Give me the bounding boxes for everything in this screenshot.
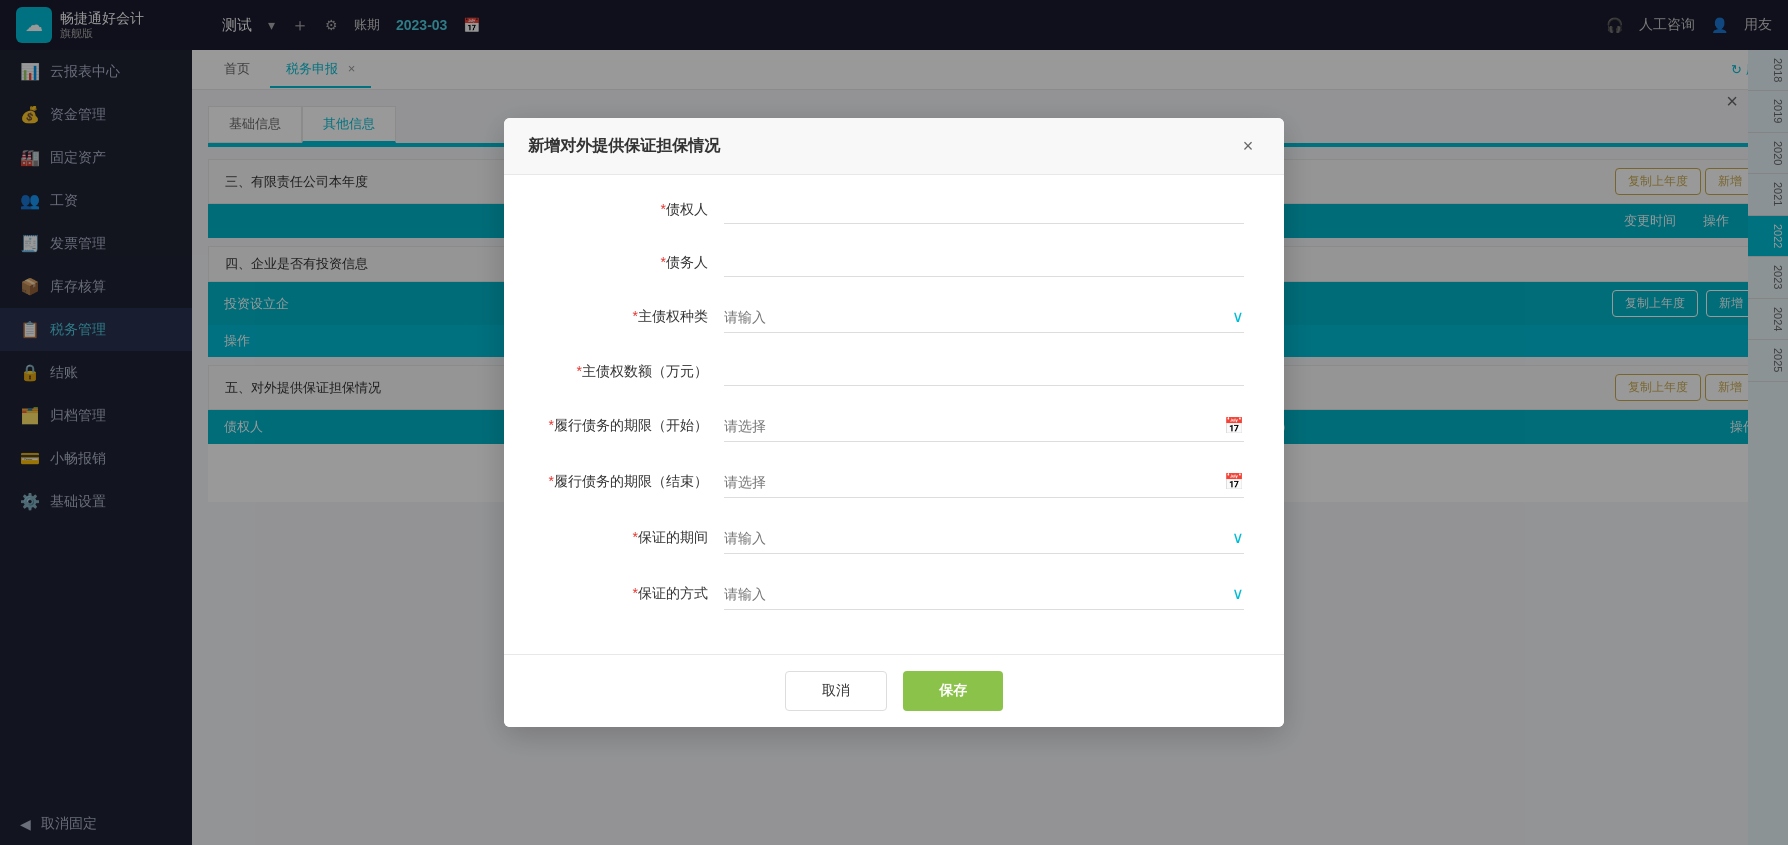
guarantee-period-label: *保证的期间	[544, 529, 724, 547]
modal-close-button[interactable]: ×	[1236, 134, 1260, 158]
claim-type-label: *主债权种类	[544, 308, 724, 326]
end-date-wrapper: 📅	[724, 466, 1244, 498]
creditor-label: *债权人	[544, 201, 724, 219]
form-row-end-date: *履行债务的期限（结束） 📅	[544, 466, 1244, 498]
guarantee-period-input[interactable]	[724, 530, 1232, 546]
modal-footer: 取消 保存	[504, 654, 1284, 727]
start-date-input[interactable]	[724, 418, 1224, 434]
modal-overlay: 新增对外提供保证担保情况 × *债权人 *债务人 *	[0, 0, 1788, 845]
modal-header: 新增对外提供保证担保情况 ×	[504, 118, 1284, 175]
start-date-label: *履行债务的期限（开始）	[544, 417, 724, 435]
form-row-guarantee-method: *保证的方式 ∨	[544, 578, 1244, 610]
claim-amount-input[interactable]	[724, 357, 1244, 386]
claim-type-input[interactable]	[724, 309, 1232, 325]
creditor-input[interactable]	[724, 195, 1244, 224]
end-date-input[interactable]	[724, 474, 1224, 490]
end-date-calendar-icon[interactable]: 📅	[1224, 472, 1244, 491]
start-date-wrapper: 📅	[724, 410, 1244, 442]
modal-body: *债权人 *债务人 *主债权种类 ∨	[504, 175, 1284, 654]
start-date-calendar-icon[interactable]: 📅	[1224, 416, 1244, 435]
end-date-label: *履行债务的期限（结束）	[544, 473, 724, 491]
cancel-button[interactable]: 取消	[785, 671, 887, 711]
guarantee-method-label: *保证的方式	[544, 585, 724, 603]
guarantee-method-select[interactable]: ∨	[724, 578, 1244, 610]
debtor-input[interactable]	[724, 248, 1244, 277]
form-row-debtor: *债务人	[544, 248, 1244, 277]
debtor-label: *债务人	[544, 254, 724, 272]
save-button[interactable]: 保存	[903, 671, 1003, 711]
modal-dialog: 新增对外提供保证担保情况 × *债权人 *债务人 *	[504, 118, 1284, 727]
modal-title: 新增对外提供保证担保情况	[528, 136, 720, 157]
claim-type-dropdown-icon[interactable]: ∨	[1232, 307, 1244, 326]
claim-type-select[interactable]: ∨	[724, 301, 1244, 333]
form-row-creditor: *债权人	[544, 195, 1244, 224]
guarantee-period-dropdown-icon[interactable]: ∨	[1232, 528, 1244, 547]
guarantee-method-input[interactable]	[724, 586, 1232, 602]
guarantee-method-dropdown-icon[interactable]: ∨	[1232, 584, 1244, 603]
form-row-claim-type: *主债权种类 ∨	[544, 301, 1244, 333]
form-row-start-date: *履行债务的期限（开始） 📅	[544, 410, 1244, 442]
guarantee-period-select[interactable]: ∨	[724, 522, 1244, 554]
form-row-guarantee-period: *保证的期间 ∨	[544, 522, 1244, 554]
form-row-claim-amount: *主债权数额（万元）	[544, 357, 1244, 386]
claim-amount-label: *主债权数额（万元）	[544, 363, 724, 381]
